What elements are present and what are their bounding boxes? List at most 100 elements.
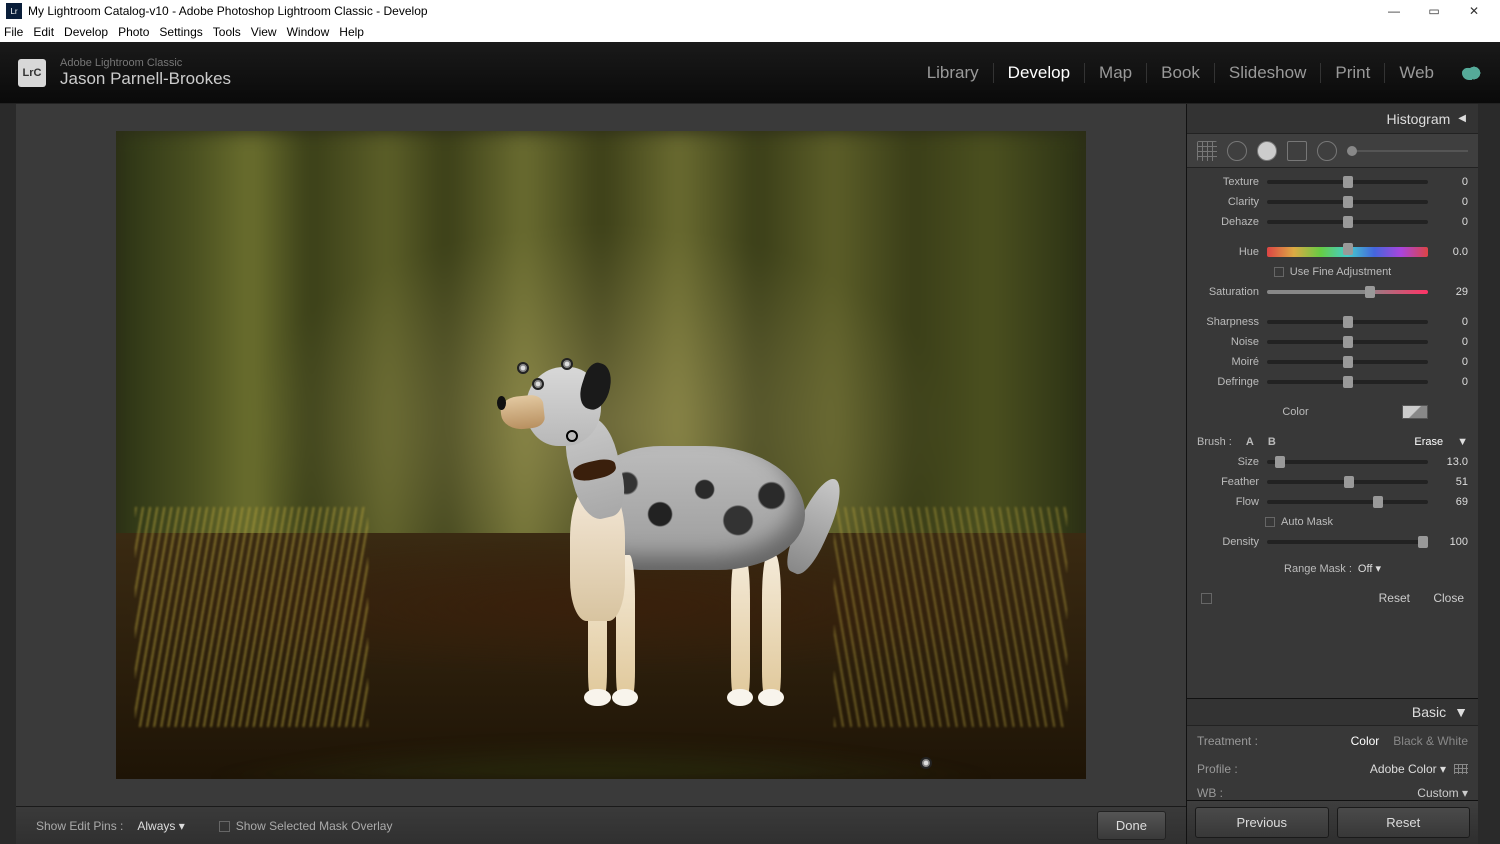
flow-value[interactable]: 69 — [1436, 496, 1468, 508]
menu-view[interactable]: View — [251, 25, 277, 39]
brush-erase[interactable]: Erase — [1414, 436, 1443, 448]
flow-label: Flow — [1197, 496, 1259, 508]
moire-value[interactable]: 0 — [1436, 356, 1468, 368]
maximize-button[interactable]: ▭ — [1414, 4, 1454, 18]
saturation-slider[interactable] — [1267, 290, 1428, 294]
menu-window[interactable]: Window — [287, 25, 330, 39]
moire-slider[interactable] — [1267, 360, 1428, 364]
color-swatch[interactable] — [1402, 405, 1428, 419]
redeye-tool-icon[interactable] — [1257, 141, 1277, 161]
density-slider[interactable] — [1267, 540, 1428, 544]
adjustment-pin[interactable] — [561, 358, 573, 370]
window-titlebar: Lr My Lightroom Catalog-v10 - Adobe Phot… — [0, 0, 1500, 22]
sharpness-label: Sharpness — [1197, 316, 1259, 328]
module-print[interactable]: Print — [1321, 63, 1385, 83]
size-slider[interactable] — [1267, 460, 1428, 464]
flow-slider[interactable] — [1267, 500, 1428, 504]
range-mask-value[interactable]: Off ▾ — [1358, 562, 1381, 575]
hue-value[interactable]: 0.0 — [1436, 246, 1468, 258]
texture-label: Texture — [1197, 176, 1259, 188]
size-value[interactable]: 13.0 — [1436, 456, 1468, 468]
sharpness-value[interactable]: 0 — [1436, 316, 1468, 328]
treatment-label: Treatment : — [1197, 734, 1258, 748]
right-scrollbar[interactable] — [1478, 104, 1500, 844]
show-edit-pins-value[interactable]: Always ▾ — [137, 819, 184, 833]
moire-label: Moiré — [1197, 356, 1259, 368]
dehaze-value[interactable]: 0 — [1436, 216, 1468, 228]
brush-disclosure-icon[interactable]: ▼ — [1457, 436, 1468, 448]
noise-slider[interactable] — [1267, 340, 1428, 344]
dehaze-label: Dehaze — [1197, 216, 1259, 228]
image-canvas[interactable] — [116, 131, 1086, 779]
radial-filter-icon[interactable] — [1317, 141, 1337, 161]
feather-slider[interactable] — [1267, 480, 1428, 484]
range-mask-label: Range Mask : — [1284, 563, 1352, 575]
profile-select[interactable]: Adobe Color ▾ — [1370, 762, 1446, 776]
photo-grass — [135, 507, 368, 727]
minimize-button[interactable]: — — [1374, 4, 1414, 18]
module-library[interactable]: Library — [913, 63, 994, 83]
menu-file[interactable]: File — [4, 25, 23, 39]
feather-value[interactable]: 51 — [1436, 476, 1468, 488]
menu-settings[interactable]: Settings — [159, 25, 202, 39]
menu-edit[interactable]: Edit — [33, 25, 54, 39]
auto-mask-toggle[interactable]: Auto Mask — [1197, 512, 1468, 532]
module-book[interactable]: Book — [1147, 63, 1215, 83]
saturation-label: Saturation — [1197, 286, 1259, 298]
module-develop[interactable]: Develop — [994, 63, 1085, 83]
adjustment-pin[interactable] — [517, 362, 529, 374]
adjustment-pin-active[interactable] — [566, 430, 578, 442]
clarity-slider[interactable] — [1267, 200, 1428, 204]
noise-value[interactable]: 0 — [1436, 336, 1468, 348]
left-panel-collapsed[interactable] — [0, 104, 16, 844]
previous-button[interactable]: Previous — [1195, 807, 1329, 838]
menu-develop[interactable]: Develop — [64, 25, 108, 39]
graduated-filter-icon[interactable] — [1287, 141, 1307, 161]
texture-slider[interactable] — [1267, 180, 1428, 184]
close-brush-button[interactable]: Close — [1433, 591, 1464, 605]
wb-select[interactable]: Custom ▾ — [1417, 786, 1468, 800]
before-after-toggle[interactable] — [1201, 593, 1212, 604]
fine-adjustment-toggle[interactable]: Use Fine Adjustment — [1197, 262, 1468, 282]
right-panel: Histogram◀ Texture0 Clarity0 Dehaze0 Hue… — [1186, 104, 1478, 844]
clarity-value[interactable]: 0 — [1436, 196, 1468, 208]
spot-tool-icon[interactable] — [1227, 141, 1247, 161]
menu-photo[interactable]: Photo — [118, 25, 149, 39]
treatment-bw[interactable]: Black & White — [1393, 734, 1468, 748]
crop-tool-icon[interactable] — [1197, 141, 1217, 161]
menu-help[interactable]: Help — [339, 25, 364, 39]
sharpness-slider[interactable] — [1267, 320, 1428, 324]
app-icon: Lr — [6, 3, 22, 19]
basic-panel-header[interactable]: Basic▼ — [1187, 698, 1478, 726]
menu-tools[interactable]: Tools — [213, 25, 241, 39]
module-map[interactable]: Map — [1085, 63, 1147, 83]
histogram-header[interactable]: Histogram◀ — [1187, 104, 1478, 134]
brush-b[interactable]: B — [1268, 436, 1276, 448]
brush-label: Brush : — [1197, 436, 1232, 448]
reset-brush-button[interactable]: Reset — [1379, 591, 1410, 605]
module-slideshow[interactable]: Slideshow — [1215, 63, 1322, 83]
defringe-slider[interactable] — [1267, 380, 1428, 384]
brush-a[interactable]: A — [1246, 436, 1254, 448]
density-value[interactable]: 100 — [1436, 536, 1468, 548]
profile-browser-icon[interactable] — [1454, 764, 1468, 774]
dehaze-slider[interactable] — [1267, 220, 1428, 224]
brush-cursor-icon — [920, 757, 932, 769]
develop-toolbar: Show Edit Pins : Always ▾ Show Selected … — [16, 806, 1186, 844]
photo-subject-dog — [514, 345, 824, 708]
mask-overlay-toggle[interactable]: Show Selected Mask Overlay — [219, 819, 393, 833]
module-web[interactable]: Web — [1385, 63, 1448, 83]
saturation-value[interactable]: 29 — [1436, 286, 1468, 298]
reset-button[interactable]: Reset — [1337, 807, 1471, 838]
texture-value[interactable]: 0 — [1436, 176, 1468, 188]
defringe-value[interactable]: 0 — [1436, 376, 1468, 388]
brush-tool-icon[interactable] — [1347, 150, 1468, 152]
clarity-label: Clarity — [1197, 196, 1259, 208]
adjustment-pin[interactable] — [532, 378, 544, 390]
done-button[interactable]: Done — [1097, 811, 1166, 840]
window-title: My Lightroom Catalog-v10 - Adobe Photosh… — [28, 4, 428, 18]
treatment-color[interactable]: Color — [1351, 734, 1380, 748]
cloud-sync-icon[interactable] — [1462, 66, 1482, 80]
close-button[interactable]: ✕ — [1454, 4, 1494, 18]
hue-slider[interactable] — [1267, 247, 1428, 257]
